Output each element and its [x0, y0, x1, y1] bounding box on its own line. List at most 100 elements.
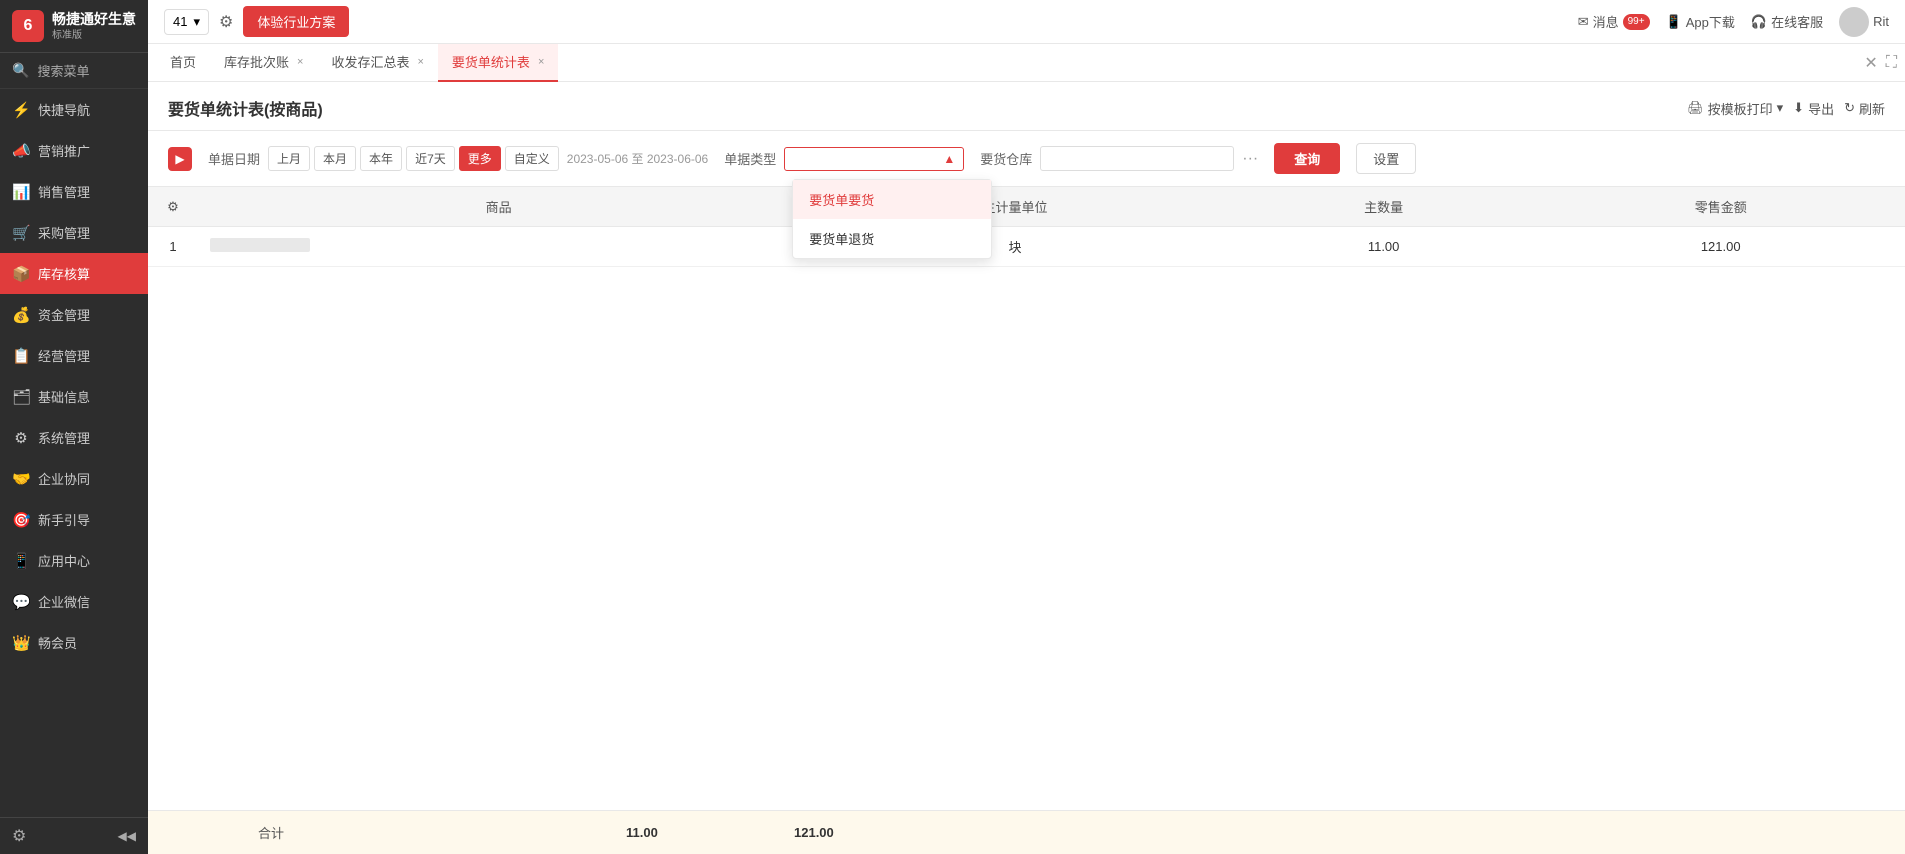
settings-button[interactable]: 设置	[1356, 143, 1416, 174]
sidebar-label-operations: 经营管理	[38, 346, 90, 365]
sidebar-label-purchase: 采购管理	[38, 223, 90, 242]
sidebar: 6 畅捷通好生意 标准版 🔍 搜索菜单 ⚡ 快捷导航 📣 营销推广 📊 销售管理…	[0, 0, 148, 854]
table-header: ⚙ 商品 主计量单位 主数量 零售金额	[148, 187, 1905, 227]
sidebar-icon-inventory: 📦	[12, 265, 30, 283]
avatar	[1839, 7, 1869, 37]
export-label: 导出	[1808, 99, 1834, 118]
tab-close-inventory-batch[interactable]: ×	[297, 56, 303, 68]
th-gear[interactable]: ⚙	[148, 187, 198, 227]
messages-button[interactable]: ✉ 消息 99+	[1578, 12, 1650, 31]
refresh-icon: ↻	[1844, 100, 1855, 116]
tab-close-order-summary[interactable]: ×	[538, 56, 544, 68]
sidebar-icon-guide: 🎯	[12, 511, 30, 529]
app-logo-icon: 6	[12, 10, 44, 42]
app-version: 标准版	[52, 29, 136, 42]
app-download-button[interactable]: 📱 App下载	[1666, 12, 1735, 31]
more-btn[interactable]: 更多	[459, 146, 501, 171]
page-header: 要货单统计表(按商品) 🖨 按模板打印 ▾ ⬇ 导出 ↻ 刷新	[148, 82, 1905, 131]
row-num: 1	[148, 227, 198, 267]
online-service-button[interactable]: 🎧 在线客服	[1751, 12, 1823, 31]
th-product: 商品	[198, 187, 799, 227]
trial-button[interactable]: 体验行业方案	[243, 6, 349, 37]
topbar-gear-button[interactable]: ⚙	[219, 12, 233, 32]
page-title: 要货单统计表(按商品)	[168, 96, 323, 120]
gear-icon: ⚙	[167, 199, 179, 214]
sidebar-item-inventory[interactable]: 📦 库存核算	[0, 253, 148, 294]
table-body: 1 块 11.00 121.00	[148, 227, 1905, 267]
user-avatar-button[interactable]: Rit	[1839, 7, 1889, 37]
sidebar-item-marketing[interactable]: 📣 营销推广	[0, 130, 148, 171]
last-month-btn[interactable]: 上月	[268, 146, 310, 171]
sidebar-item-member[interactable]: 👑 畅会员	[0, 622, 148, 663]
sidebar-label-basic-info: 基础信息	[38, 387, 90, 406]
search-icon: 🔍	[12, 62, 29, 79]
tab-order-summary[interactable]: 要货单统计表×	[438, 44, 558, 82]
sidebar-item-basic-info[interactable]: 🗂 基础信息	[0, 376, 148, 417]
sidebar-icon-sales: 📊	[12, 183, 30, 201]
tabs-bar: 首页库存批次账×收发存汇总表×要货单统计表× ✕ ⛶	[148, 44, 1905, 82]
store-selector[interactable]: 41 ▾	[164, 9, 209, 35]
custom-btn[interactable]: 自定义	[505, 146, 559, 171]
close-all-icon[interactable]: ✕	[1864, 53, 1877, 73]
sidebar-icon-member: 👑	[12, 634, 30, 652]
sidebar-icon-system: ⚙	[12, 429, 30, 447]
export-button[interactable]: ⬇ 导出	[1793, 99, 1834, 118]
topbar: 41 ▾ ⚙ 体验行业方案 ✉ 消息 99+ 📱 App下载 🎧 在线客服 R	[148, 0, 1905, 44]
warehouse-input[interactable]	[1040, 146, 1234, 171]
dropdown-item-return[interactable]: 要货单退货	[793, 219, 991, 258]
last-7days-btn[interactable]: 近7天	[406, 146, 455, 171]
data-table: ⚙ 商品 主计量单位 主数量 零售金额 1 块 11.00 121.00	[148, 187, 1905, 267]
sidebar-label-wechat: 企业微信	[38, 592, 90, 611]
row-qty: 11.00	[1231, 227, 1537, 267]
sidebar-label-quick-nav: 快捷导航	[38, 100, 90, 119]
footer-qty: 11.00	[626, 825, 746, 840]
dropdown-item-order[interactable]: 要货单要货	[793, 180, 991, 219]
sidebar-items-list: ⚡ 快捷导航 📣 营销推广 📊 销售管理 🛒 采购管理 📦 库存核算 💰 资金管…	[0, 89, 148, 817]
sidebar-settings-icon[interactable]: ⚙	[12, 826, 26, 846]
sidebar-item-guide[interactable]: 🎯 新手引导	[0, 499, 148, 540]
sidebar-item-operations[interactable]: 📋 经营管理	[0, 335, 148, 376]
sidebar-item-system[interactable]: ⚙ 系统管理	[0, 417, 148, 458]
sidebar-item-sales[interactable]: 📊 销售管理	[0, 171, 148, 212]
topbar-left: 41 ▾ ⚙ 体验行业方案	[164, 6, 349, 37]
sidebar-item-cooperation[interactable]: 🤝 企业协同	[0, 458, 148, 499]
query-button[interactable]: 查询	[1274, 143, 1340, 174]
this-year-btn[interactable]: 本年	[360, 146, 402, 171]
this-month-btn[interactable]: 本月	[314, 146, 356, 171]
tab-label-receive-summary: 收发存汇总表	[331, 52, 409, 71]
footer-amount: 121.00	[794, 825, 834, 840]
warehouse-more-icon[interactable]: ···	[1242, 150, 1258, 168]
maximize-icon[interactable]: ⛶	[1886, 54, 1897, 72]
messages-label: 消息	[1593, 12, 1619, 31]
main-area: 41 ▾ ⚙ 体验行业方案 ✉ 消息 99+ 📱 App下载 🎧 在线客服 R	[148, 0, 1905, 854]
sidebar-item-purchase[interactable]: 🛒 采购管理	[0, 212, 148, 253]
tab-receive-summary[interactable]: 收发存汇总表 ×	[317, 44, 437, 82]
sidebar-item-app-center[interactable]: 📱 应用中心	[0, 540, 148, 581]
tab-home[interactable]: 首页	[156, 44, 210, 82]
tab-inventory-batch[interactable]: 库存批次账×	[210, 44, 317, 82]
sidebar-item-wechat[interactable]: 💬 企业微信	[0, 581, 148, 622]
sidebar-label-marketing: 营销推广	[38, 141, 90, 160]
page-header-actions: 🖨 按模板打印 ▾ ⬇ 导出 ↻ 刷新	[1687, 99, 1885, 118]
sidebar-label-member: 畅会员	[38, 633, 77, 652]
tabs-actions: ✕ ⛶	[1864, 53, 1897, 73]
sidebar-icon-marketing: 📣	[12, 142, 30, 160]
print-button[interactable]: 🖨 按模板打印 ▾	[1687, 99, 1783, 118]
sidebar-collapse-icon[interactable]: ◀◀	[118, 829, 136, 843]
filter-bar: ▶ 单据日期 上月 本月 本年 近7天 更多 自定义 2023-05-06 至 …	[148, 131, 1905, 187]
sidebar-label-system: 系统管理	[38, 428, 90, 447]
sidebar-icon-wechat: 💬	[12, 593, 30, 611]
filter-expand-button[interactable]: ▶	[168, 147, 192, 171]
sidebar-item-quick-nav[interactable]: ⚡ 快捷导航	[0, 89, 148, 130]
store-num: 41	[173, 14, 187, 29]
product-placeholder	[210, 238, 310, 252]
sidebar-item-finance[interactable]: 💰 资金管理	[0, 294, 148, 335]
sidebar-icon-basic-info: 🗂	[12, 388, 30, 406]
print-label: 按模板打印	[1708, 99, 1773, 118]
type-select[interactable]: ▲	[784, 147, 964, 171]
sidebar-search[interactable]: 🔍 搜索菜单	[0, 53, 148, 89]
messages-badge: 99+	[1623, 14, 1650, 30]
sidebar-label-inventory: 库存核算	[38, 264, 90, 283]
refresh-button[interactable]: ↻ 刷新	[1844, 99, 1885, 118]
tab-close-receive-summary[interactable]: ×	[417, 56, 423, 68]
